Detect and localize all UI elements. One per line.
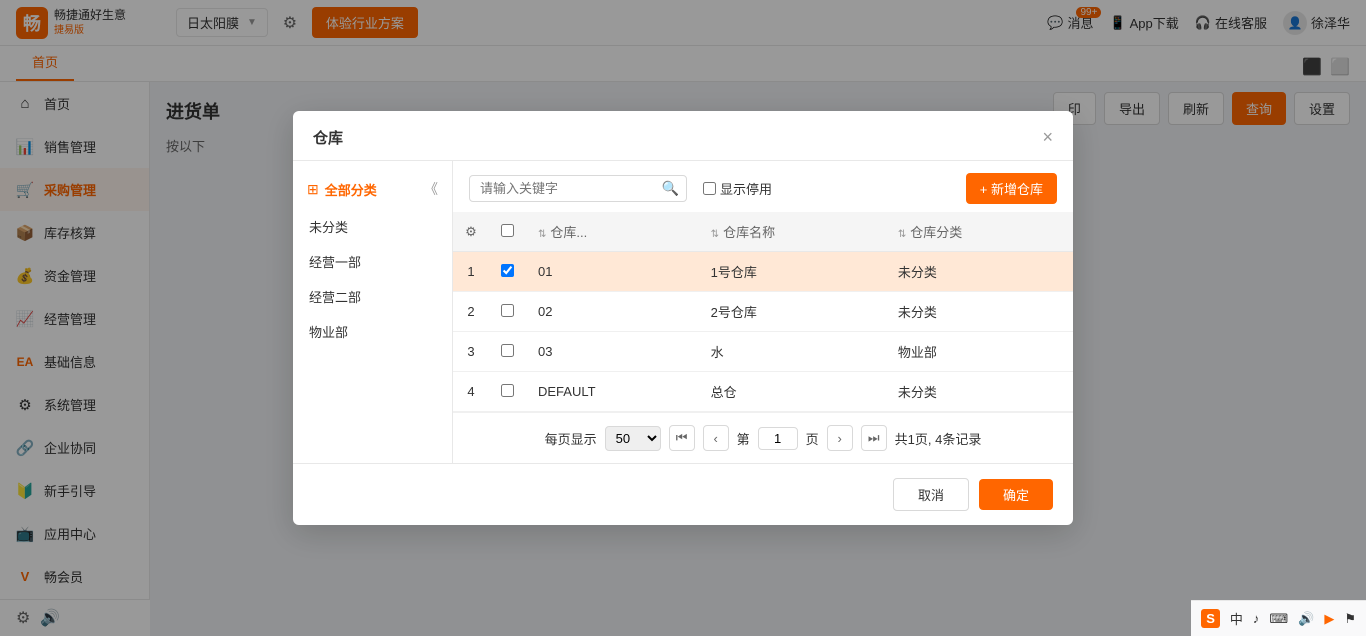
row-name: 水	[699, 332, 886, 372]
warehouse-table: ⚙ ⇅仓库... ⇅仓库名称 ⇅仓库分类 1 01 1号仓库 未分类 2	[453, 212, 1073, 412]
page-last-button[interactable]: ⏭	[861, 425, 887, 451]
table-toolbar: 🔍 显示停用 + 新增仓库	[453, 161, 1073, 212]
row-checkbox[interactable]	[501, 264, 514, 277]
dialog-close-button[interactable]: ×	[1042, 127, 1053, 148]
category-panel-header: ⊞ 全部分类 《	[293, 173, 452, 209]
row-category: 物业部	[886, 332, 1073, 372]
row-index: 02	[526, 292, 699, 332]
category-item-property[interactable]: 物业部	[293, 314, 452, 349]
grid-icon: ⊞	[307, 181, 319, 198]
table-row[interactable]: 3 03 水 物业部	[453, 332, 1073, 372]
row-index: DEFAULT	[526, 372, 699, 412]
cancel-button[interactable]: 取消	[893, 478, 969, 511]
row-category: 未分类	[886, 252, 1073, 292]
row-checkbox[interactable]	[501, 304, 514, 317]
col-settings: ⚙	[453, 212, 489, 252]
row-name: 1号仓库	[699, 252, 886, 292]
page-first-button[interactable]: ⏮	[669, 425, 695, 451]
row-gear[interactable]: 4	[453, 372, 489, 412]
volume-icon: 🔊	[1298, 611, 1314, 627]
add-warehouse-button[interactable]: + 新增仓库	[966, 173, 1057, 204]
table-row[interactable]: 4 DEFAULT 总仓 未分类	[453, 372, 1073, 412]
warehouse-dialog: 仓库 × ⊞ 全部分类 《 未分类 经营一部 经营二部 物业部	[293, 111, 1073, 525]
col-name: ⇅仓库名称	[699, 212, 886, 252]
row-check[interactable]	[489, 292, 526, 332]
show-disabled-label[interactable]: 显示停用	[703, 179, 772, 198]
bottom-bar: S 中 ♪ ⌨ 🔊 ▶ ⚑	[1191, 600, 1366, 636]
warehouse-table-panel: 🔍 显示停用 + 新增仓库 ⚙	[453, 161, 1073, 463]
per-page-select[interactable]: 50 20 100	[605, 426, 661, 451]
dialog-footer: 取消 确定	[293, 463, 1073, 525]
row-check[interactable]	[489, 332, 526, 372]
col-check	[489, 212, 526, 252]
confirm-button[interactable]: 确定	[979, 479, 1053, 510]
pagination: 每页显示 50 20 100 ⏮ ‹ 第 页 › ⏭ 共1页, 4条记录	[453, 412, 1073, 463]
search-icon: 🔍	[662, 180, 679, 197]
category-item-ops1[interactable]: 经营一部	[293, 244, 452, 279]
category-item-unclassified[interactable]: 未分类	[293, 209, 452, 244]
dialog-header: 仓库 ×	[293, 111, 1073, 161]
row-checkbox[interactable]	[501, 384, 514, 397]
row-check[interactable]	[489, 372, 526, 412]
dialog-title: 仓库	[313, 127, 343, 148]
page-prev-button[interactable]: ‹	[703, 425, 729, 451]
select-all-checkbox[interactable]	[501, 224, 514, 237]
row-checkbox[interactable]	[501, 344, 514, 357]
row-index: 03	[526, 332, 699, 372]
search-input[interactable]	[469, 175, 687, 202]
col-code: ⇅仓库...	[526, 212, 699, 252]
show-disabled-checkbox[interactable]	[703, 182, 716, 195]
table-row[interactable]: 1 01 1号仓库 未分类	[453, 252, 1073, 292]
keyboard-icon: ⌨	[1269, 611, 1288, 627]
row-category: 未分类	[886, 292, 1073, 332]
category-item-ops2[interactable]: 经营二部	[293, 279, 452, 314]
all-categories-label[interactable]: 全部分类	[325, 180, 377, 199]
play-icon: ▶	[1324, 611, 1334, 627]
zh-icon: 中	[1230, 609, 1243, 628]
table-row[interactable]: 2 02 2号仓库 未分类	[453, 292, 1073, 332]
dialog-body: ⊞ 全部分类 《 未分类 经营一部 经营二部 物业部 🔍	[293, 161, 1073, 463]
modal-overlay: 仓库 × ⊞ 全部分类 《 未分类 经营一部 经营二部 物业部	[0, 0, 1366, 636]
row-category: 未分类	[886, 372, 1073, 412]
category-panel: ⊞ 全部分类 《 未分类 经营一部 经营二部 物业部	[293, 161, 453, 463]
row-gear[interactable]: 3	[453, 332, 489, 372]
s-logo: S	[1201, 609, 1220, 628]
collapse-button[interactable]: 《	[424, 179, 438, 199]
row-check[interactable]	[489, 252, 526, 292]
row-name: 2号仓库	[699, 292, 886, 332]
row-gear[interactable]: 2	[453, 292, 489, 332]
row-gear[interactable]: 1	[453, 252, 489, 292]
mic-icon: ♪	[1253, 611, 1260, 626]
row-name: 总仓	[699, 372, 886, 412]
flag-icon: ⚑	[1344, 611, 1356, 627]
col-category: ⇅仓库分类	[886, 212, 1073, 252]
page-number-input[interactable]	[758, 427, 798, 450]
search-wrap: 🔍	[469, 175, 687, 202]
page-next-button[interactable]: ›	[827, 425, 853, 451]
total-label: 共1页, 4条记录	[895, 429, 982, 448]
row-index: 01	[526, 252, 699, 292]
